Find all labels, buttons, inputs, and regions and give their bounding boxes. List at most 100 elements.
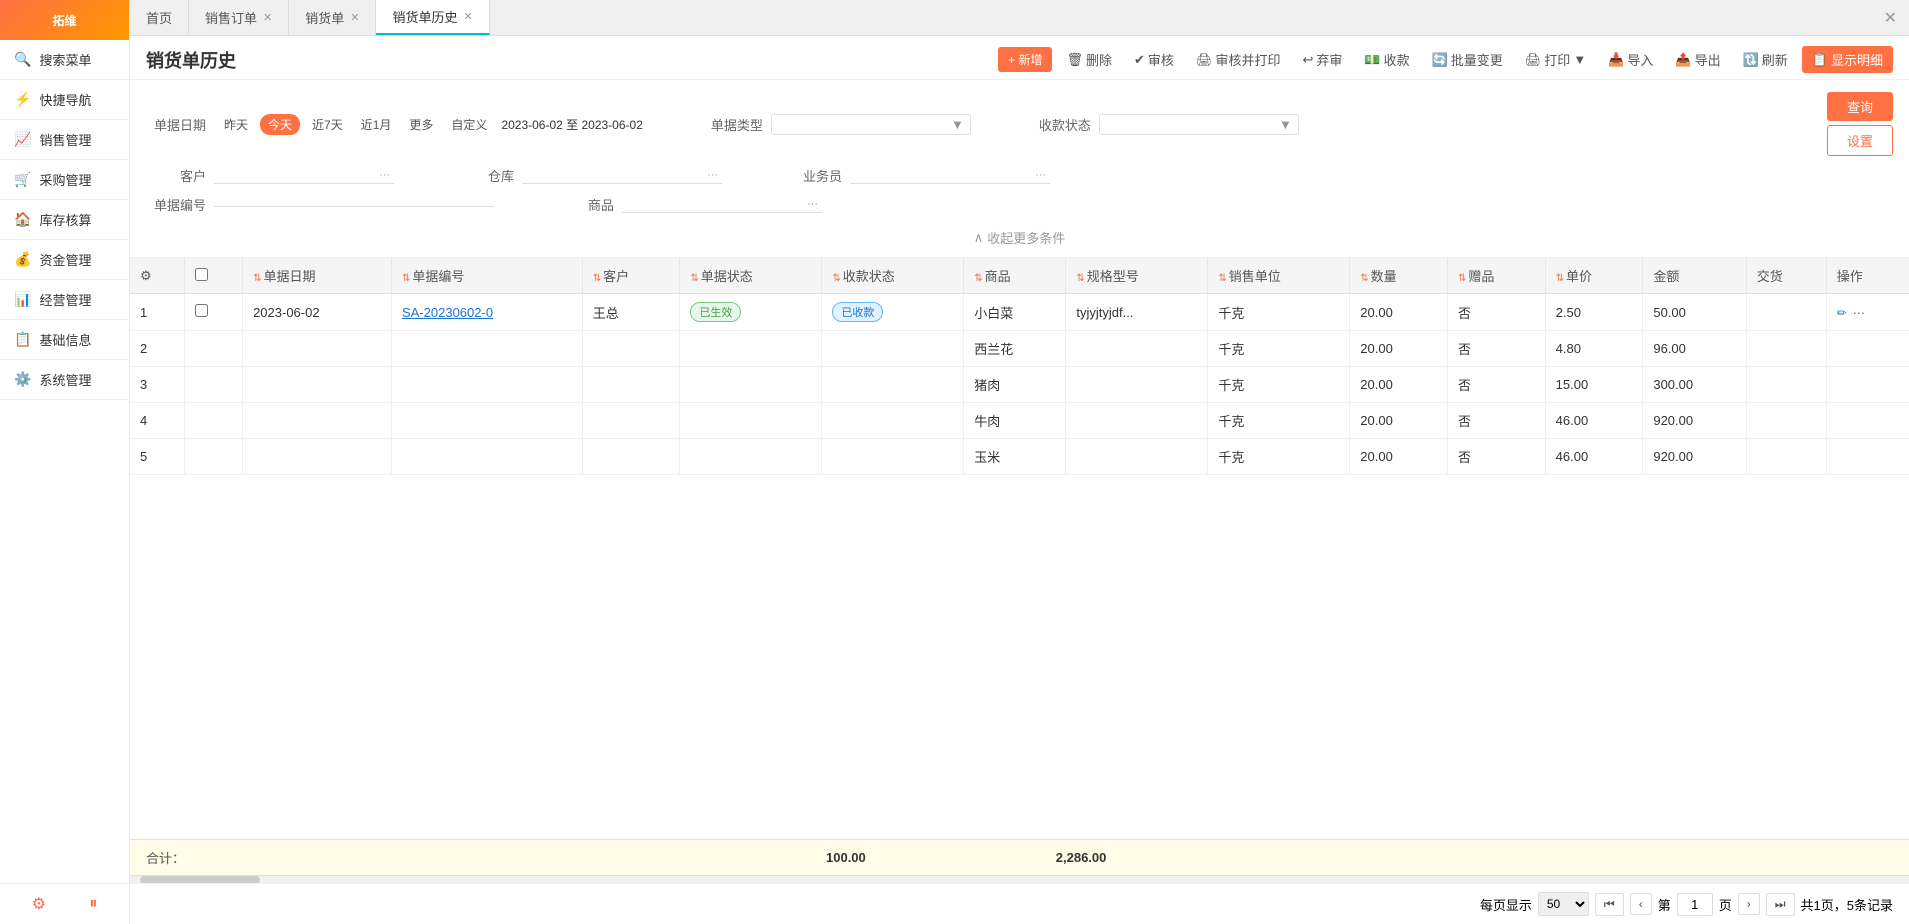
row-checkbox[interactable] xyxy=(195,304,208,317)
prev-page-button[interactable]: ‹ xyxy=(1630,893,1652,915)
sidebar-collapse-icon[interactable]: ⏸ xyxy=(89,895,97,913)
cell-operation xyxy=(1826,331,1909,367)
date-tab-more[interactable]: 更多 xyxy=(403,114,439,135)
tab-close-sales-history[interactable]: ✕ xyxy=(464,10,473,23)
goods-input[interactable]: ··· xyxy=(622,196,822,213)
date-tab-yesterday[interactable]: 昨天 xyxy=(218,114,254,135)
cell-unit-price: 4.80 xyxy=(1545,331,1643,367)
sidebar: 拓维 🔍 搜索菜单 ⚡ 快捷导航 📈 销售管理 🛒 采购管理 🏠 库存核算 💰 … xyxy=(0,0,130,924)
audit-button[interactable]: ✔ 审核 xyxy=(1126,46,1182,73)
edit-row-button[interactable]: ✏ xyxy=(1837,306,1847,320)
col-spec-type[interactable]: ⇅规格型号 xyxy=(1066,258,1208,294)
cell-spec-type: tyjyjtyjdf... xyxy=(1066,294,1208,331)
collect-icon: 💵 xyxy=(1364,52,1380,68)
col-settings[interactable]: ⚙ xyxy=(130,258,185,294)
col-transaction: 交货 xyxy=(1746,258,1826,294)
next-page-button[interactable]: › xyxy=(1738,893,1760,915)
col-doc-date[interactable]: ⇅单据日期 xyxy=(243,258,392,294)
sidebar-item-purchase-mgmt[interactable]: 🛒 采购管理 xyxy=(0,160,129,200)
date-tab-1month[interactable]: 近1月 xyxy=(355,114,398,135)
total-label: 合计： xyxy=(146,848,206,867)
delete-icon: 🗑 xyxy=(1066,52,1083,68)
date-tab-today[interactable]: 今天 xyxy=(260,114,300,135)
col-doc-status[interactable]: ⇅单据状态 xyxy=(680,258,822,294)
col-doc-no[interactable]: ⇅单据编号 xyxy=(391,258,582,294)
col-unit-price[interactable]: ⇅单价 xyxy=(1545,258,1643,294)
batch-change-button[interactable]: 🔄 批量变更 xyxy=(1424,46,1511,73)
new-button[interactable]: + 新增 xyxy=(998,47,1052,72)
cell-goods: 西兰花 xyxy=(964,331,1066,367)
sidebar-item-sales-mgmt[interactable]: 📈 销售管理 xyxy=(0,120,129,160)
cell-sales-unit: 千克 xyxy=(1208,403,1350,439)
horizontal-scrollbar[interactable] xyxy=(130,875,1909,883)
cell-doc-no xyxy=(391,367,582,403)
sidebar-item-basic-info[interactable]: 📋 基础信息 xyxy=(0,320,129,360)
salesperson-input[interactable]: ··· xyxy=(850,167,1050,184)
warehouse-input[interactable]: ··· xyxy=(522,167,722,184)
salesperson-more-icon[interactable]: ··· xyxy=(1035,169,1046,181)
sidebar-item-system-mgmt[interactable]: ⚙️ 系统管理 xyxy=(0,360,129,400)
doc-no-input[interactable] xyxy=(214,202,494,207)
tab-sales-goods[interactable]: 销货单 ✕ xyxy=(289,0,376,35)
goods-more-icon[interactable]: ··· xyxy=(807,198,818,210)
cell-operation xyxy=(1826,403,1909,439)
tab-close-sales-order[interactable]: ✕ xyxy=(263,11,272,24)
col-customer[interactable]: ⇅客户 xyxy=(582,258,680,294)
audit-print-button[interactable]: 🖨 审核并打印 xyxy=(1188,46,1289,73)
per-page-label: 每页显示 xyxy=(1480,895,1532,914)
cell-amount: 50.00 xyxy=(1643,294,1746,331)
customer-input[interactable]: ··· xyxy=(214,167,394,184)
main-area: 首页 销售订单 ✕ 销货单 ✕ 销货单历史 ✕ ✕ 销货单历史 + 新增 🗑 删… xyxy=(130,0,1909,924)
delete-button[interactable]: 🗑 删除 xyxy=(1058,46,1120,73)
tab-home[interactable]: 首页 xyxy=(130,0,189,35)
page-input[interactable] xyxy=(1677,893,1713,916)
show-detail-button[interactable]: 📋 显示明细 xyxy=(1802,46,1893,73)
sidebar-item-operations-mgmt[interactable]: 📊 经营管理 xyxy=(0,280,129,320)
col-gift[interactable]: ⇅赠品 xyxy=(1447,258,1545,294)
export-icon: 📤 xyxy=(1675,52,1691,68)
print-button[interactable]: 🖨 打印 ▼ xyxy=(1517,46,1594,73)
payment-status-select[interactable]: ▼ xyxy=(1099,114,1299,135)
cell-amount: 920.00 xyxy=(1643,439,1746,475)
first-page-button[interactable]: ⏮ xyxy=(1595,893,1624,916)
col-goods[interactable]: ⇅商品 xyxy=(964,258,1066,294)
cell-goods: 小白菜 xyxy=(964,294,1066,331)
sidebar-item-search-menu[interactable]: 🔍 搜索菜单 xyxy=(0,40,129,80)
tab-close-sales-goods[interactable]: ✕ xyxy=(350,11,359,24)
more-row-button[interactable]: ⋯ xyxy=(1853,306,1865,320)
set-button[interactable]: 设置 xyxy=(1827,125,1893,156)
cell-transaction xyxy=(1746,331,1826,367)
col-sales-unit[interactable]: ⇅销售单位 xyxy=(1208,258,1350,294)
cell-doc-date xyxy=(243,439,392,475)
select-all-checkbox[interactable] xyxy=(195,268,208,281)
sidebar-item-inventory-calc[interactable]: 🏠 库存核算 xyxy=(0,200,129,240)
date-tab-7days[interactable]: 近7天 xyxy=(306,114,349,135)
col-payment-status[interactable]: ⇅收款状态 xyxy=(822,258,964,294)
cell-gift: 否 xyxy=(1447,403,1545,439)
cell-unit-price: 46.00 xyxy=(1545,439,1643,475)
customer-more-icon[interactable]: ··· xyxy=(379,169,390,181)
last-page-button[interactable]: ⏭ xyxy=(1766,893,1795,916)
cell-sales-unit: 千克 xyxy=(1208,294,1350,331)
sidebar-settings-icon[interactable]: ⚙ xyxy=(32,894,46,914)
collapse-button[interactable]: ∧ 收起更多条件 xyxy=(146,224,1893,251)
date-tab-custom[interactable]: 自定义 xyxy=(445,114,493,135)
sidebar-item-quick-nav[interactable]: ⚡ 快捷导航 xyxy=(0,80,129,120)
tab-close-all[interactable]: ✕ xyxy=(1872,8,1909,28)
tab-sales-history[interactable]: 销货单历史 ✕ xyxy=(376,0,489,35)
tab-sales-order[interactable]: 销售订单 ✕ xyxy=(189,0,289,35)
cell-doc-date xyxy=(243,403,392,439)
abandon-button[interactable]: ↩ 弃审 xyxy=(1294,46,1350,73)
per-page-select[interactable]: 50 100 xyxy=(1538,892,1589,916)
col-quantity[interactable]: ⇅数量 xyxy=(1350,258,1448,294)
sidebar-item-fund-mgmt[interactable]: 💰 资金管理 xyxy=(0,240,129,280)
export-button[interactable]: 📤 导出 xyxy=(1667,46,1728,73)
collect-button[interactable]: 💵 收款 xyxy=(1356,46,1417,73)
query-button[interactable]: 查询 xyxy=(1827,92,1893,121)
warehouse-more-icon[interactable]: ··· xyxy=(707,169,718,181)
cell-doc-no-link[interactable]: SA-20230602-0 xyxy=(402,305,493,320)
doc-type-select[interactable]: ▼ xyxy=(771,114,971,135)
refresh-button[interactable]: 🔃 刷新 xyxy=(1735,46,1796,73)
col-checkbox[interactable] xyxy=(185,258,243,294)
import-button[interactable]: 📥 导入 xyxy=(1600,46,1661,73)
